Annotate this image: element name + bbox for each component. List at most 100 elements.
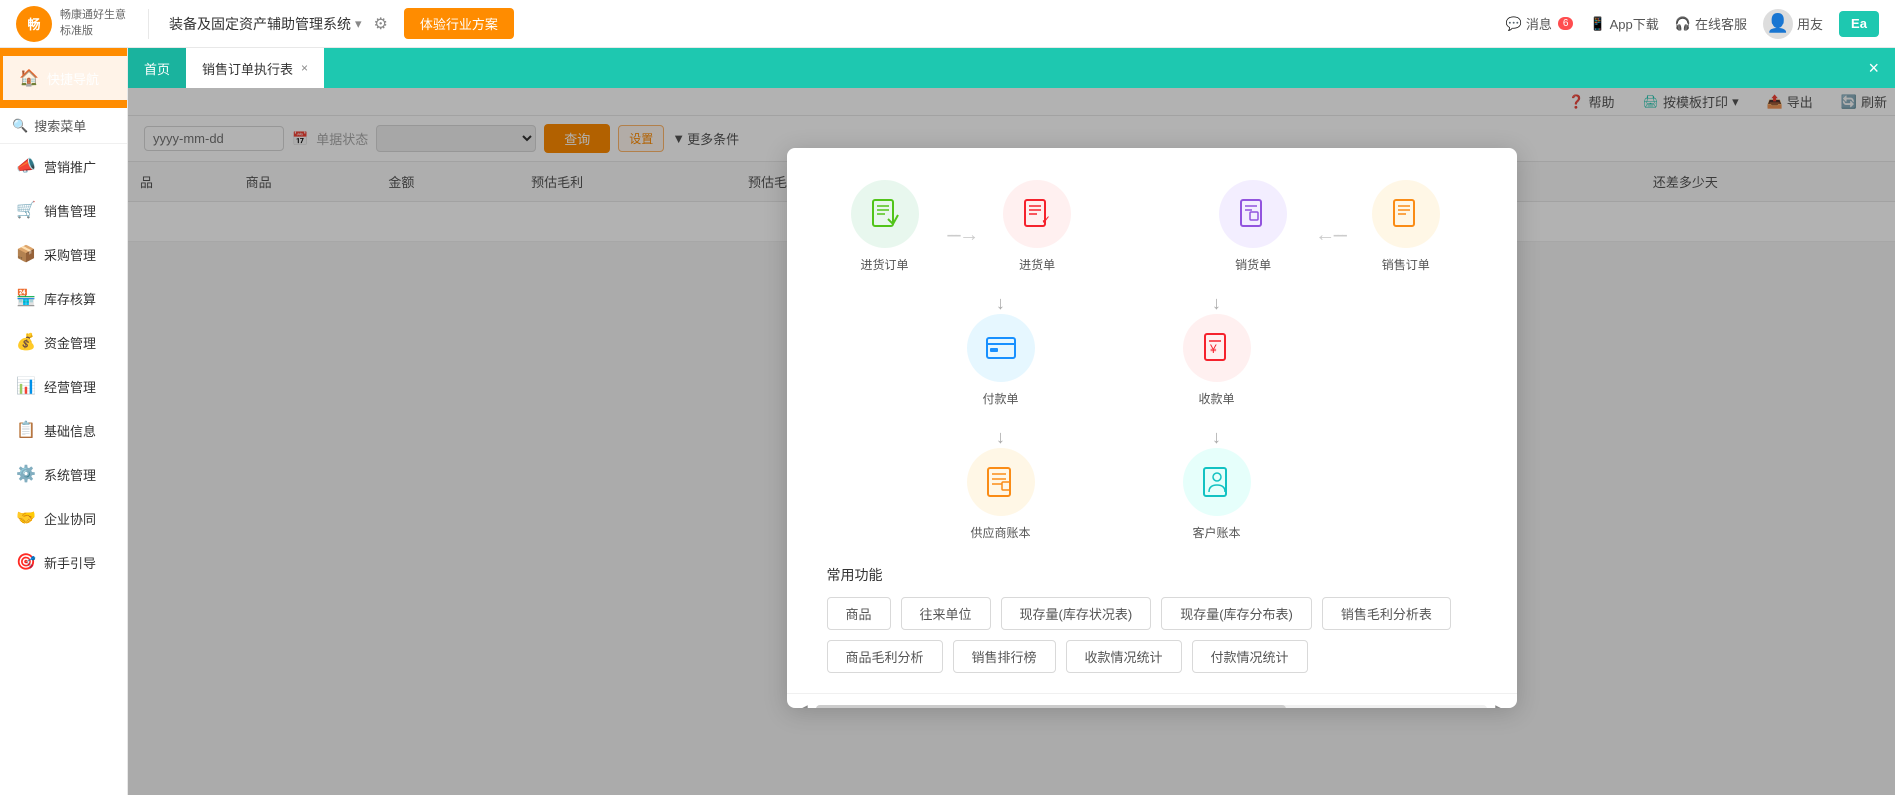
title-dropdown-icon[interactable]: ▾ xyxy=(355,16,362,32)
func-btn-5[interactable]: 商品毛利分析 xyxy=(827,640,943,673)
tab-sales-order[interactable]: 销售订单执行表 × xyxy=(186,48,324,88)
sidebar-item-purchase[interactable]: 📦采购管理 xyxy=(0,232,127,276)
modal-scrollbar: ◀ ▶ xyxy=(787,693,1517,708)
scrollbar-thumb[interactable] xyxy=(816,705,1286,708)
sidebar-item-sales[interactable]: 🛒 销售管理 xyxy=(0,188,127,232)
common-functions-title: 常用功能 xyxy=(827,565,1477,585)
sidebar-icon-inventory: 🏪 xyxy=(16,288,36,308)
search-icon: 🔍 xyxy=(12,118,28,134)
username-label: 用友 xyxy=(1797,14,1823,33)
func-btn-4[interactable]: 销售毛利分析表 xyxy=(1322,597,1451,630)
message-item[interactable]: 💬 消息 6 xyxy=(1506,14,1574,33)
search-label: 搜索菜单 xyxy=(34,116,86,135)
sidebar-item-finance[interactable]: 💰 资金管理 xyxy=(0,320,127,364)
func-btn-3[interactable]: 现存量(库存分布表) xyxy=(1161,597,1312,630)
func-btn-8[interactable]: 付款情况统计 xyxy=(1192,640,1308,673)
sidebar-label-newbie: 新手引导 xyxy=(44,553,96,572)
sidebar-icon-newbie: 🎯 xyxy=(16,552,36,572)
sidebar-item-marketing[interactable]: 📣 营销推广 xyxy=(0,144,127,188)
sidebar-icon-sales: 🛒 xyxy=(16,200,36,220)
headset-icon: 🎧 xyxy=(1675,16,1691,32)
payment-icon xyxy=(967,314,1035,382)
app-download-item[interactable]: 📱 App下载 xyxy=(1589,14,1658,33)
quick-nav-label: 快捷导航 xyxy=(47,69,99,88)
sidebar-item-inventory[interactable]: 🏪 库存核算 xyxy=(0,276,127,320)
func-btn-2[interactable]: 现存量(库存状况表) xyxy=(1001,597,1152,630)
tab-home-label: 首页 xyxy=(144,59,170,78)
sidebar-label-sales: 销售管理 xyxy=(44,201,96,220)
search-menu[interactable]: 🔍 搜索菜单 xyxy=(0,108,127,144)
func-btn-7[interactable]: 收款情况统计 xyxy=(1066,640,1182,673)
tab-home[interactable]: 首页 xyxy=(128,48,186,88)
sidebar-label-basic: 基础信息 xyxy=(44,421,96,440)
message-icon: 💬 xyxy=(1506,16,1522,32)
sidebar-label-marketing: 营销推广 xyxy=(44,157,96,176)
sales-order-label: 销售订单 xyxy=(1382,256,1430,273)
flow-node-purchase-order: 进货订单 xyxy=(851,180,919,273)
supplier-account-icon xyxy=(967,448,1035,516)
function-buttons: 商品往来单位现存量(库存状况表) 现存量(库存分布表) 销售毛利分析表商品毛利分析销… xyxy=(827,597,1477,673)
home-icon: 🏠 xyxy=(19,68,39,88)
system-title: 装备及固定资产辅助管理系统 xyxy=(169,14,351,34)
sidebar-icon-marketing: 📣 xyxy=(16,156,36,176)
window-close-btn[interactable]: × xyxy=(1852,58,1895,79)
purchase-order-icon xyxy=(851,180,919,248)
sidebar-label-enterprise: 企业协同 xyxy=(44,509,96,528)
sidebar-item-enterprise[interactable]: 🤝企业协同 xyxy=(0,496,127,540)
scrollbar-track xyxy=(816,705,1488,708)
user-item[interactable]: 👤 用友 xyxy=(1763,9,1823,39)
modal-box: 进货订单 - - - → ✓ xyxy=(787,148,1517,708)
receipt-label: 收款单 xyxy=(1198,390,1234,407)
sidebar-label-finance: 资金管理 xyxy=(44,333,96,352)
purchase-order-label: 进货订单 xyxy=(860,256,908,273)
sidebar-nav: 📣 营销推广 🛒 销售管理 📦采购管理 🏪 库存核算 💰 资金管理 📊 经营管理 📋 基础信息 ⚙️系统管… xyxy=(0,144,127,584)
svg-text:¥: ¥ xyxy=(1209,342,1217,356)
sidebar-label-purchase: 采购管理 xyxy=(44,245,96,264)
supplier-account-label: 供应商账本 xyxy=(970,524,1030,541)
tab-close-icon[interactable]: × xyxy=(301,61,308,75)
customer-account-icon xyxy=(1183,448,1251,516)
sidebar-item-system[interactable]: ⚙️系统管理 xyxy=(0,452,127,496)
receipt-icon: ¥ xyxy=(1183,314,1251,382)
sidebar-label-operations: 经营管理 xyxy=(44,377,96,396)
func-btn-6[interactable]: 销售排行榜 xyxy=(953,640,1056,673)
flow-node-sales-order: 销售订单 xyxy=(1372,180,1440,273)
arrow-h2: ← - - - xyxy=(1315,206,1344,247)
customer-account-col: ↓ 客户账本 xyxy=(1159,427,1275,541)
sales-bill-label: 销货单 xyxy=(1235,256,1271,273)
sidebar-item-basic[interactable]: 📋 基础信息 xyxy=(0,408,127,452)
app-logo: 畅 xyxy=(16,6,52,42)
sidebar-icon-system: ⚙️ xyxy=(16,464,36,484)
scroll-right-icon[interactable]: ▶ xyxy=(1495,702,1504,708)
phone-icon: 📱 xyxy=(1589,16,1605,32)
func-btn-0[interactable]: 商品 xyxy=(827,597,891,630)
sidebar-icon-operations: 📊 xyxy=(16,376,36,396)
message-label: 消息 xyxy=(1526,14,1552,33)
online-service-item[interactable]: 🎧 在线客服 xyxy=(1675,14,1747,33)
app-download-label: App下载 xyxy=(1610,14,1659,33)
scroll-left-icon[interactable]: ◀ xyxy=(799,702,808,708)
trial-button[interactable]: 体验行业方案 xyxy=(404,8,514,39)
sales-order-icon xyxy=(1372,180,1440,248)
arrow-h1: - - - → xyxy=(947,206,976,247)
logo-text: 畅康通好生意 标准版 xyxy=(60,8,126,39)
payment-label: 付款单 xyxy=(982,390,1018,407)
payment-col: ↓ 付款单 xyxy=(943,293,1059,407)
settings-icon[interactable]: ⚙ xyxy=(374,14,388,34)
sidebar-item-newbie[interactable]: 🎯 新手引导 xyxy=(0,540,127,584)
customer-account-label: 客户账本 xyxy=(1192,524,1240,541)
message-badge: 6 xyxy=(1558,17,1574,30)
online-service-label: 在线客服 xyxy=(1695,14,1747,33)
sidebar-item-operations[interactable]: 📊 经营管理 xyxy=(0,364,127,408)
flow-diagram: 进货订单 - - - → ✓ xyxy=(827,180,1477,541)
purchase-bill-icon: ✓ xyxy=(1003,180,1071,248)
svg-text:✓: ✓ xyxy=(1041,213,1051,227)
sidebar-icon-basic: 📋 xyxy=(16,420,36,440)
tab-sales-label: 销售订单执行表 xyxy=(202,59,293,78)
func-btn-1[interactable]: 往来单位 xyxy=(901,597,991,630)
sidebar-icon-finance: 💰 xyxy=(16,332,36,352)
flow-node-purchase-bill: ✓ 进货单 xyxy=(1003,180,1071,273)
sidebar-item-quick-nav[interactable]: 🏠 快捷导航 xyxy=(0,56,127,100)
sidebar-label-inventory: 库存核算 xyxy=(44,289,96,308)
divider xyxy=(148,9,149,39)
